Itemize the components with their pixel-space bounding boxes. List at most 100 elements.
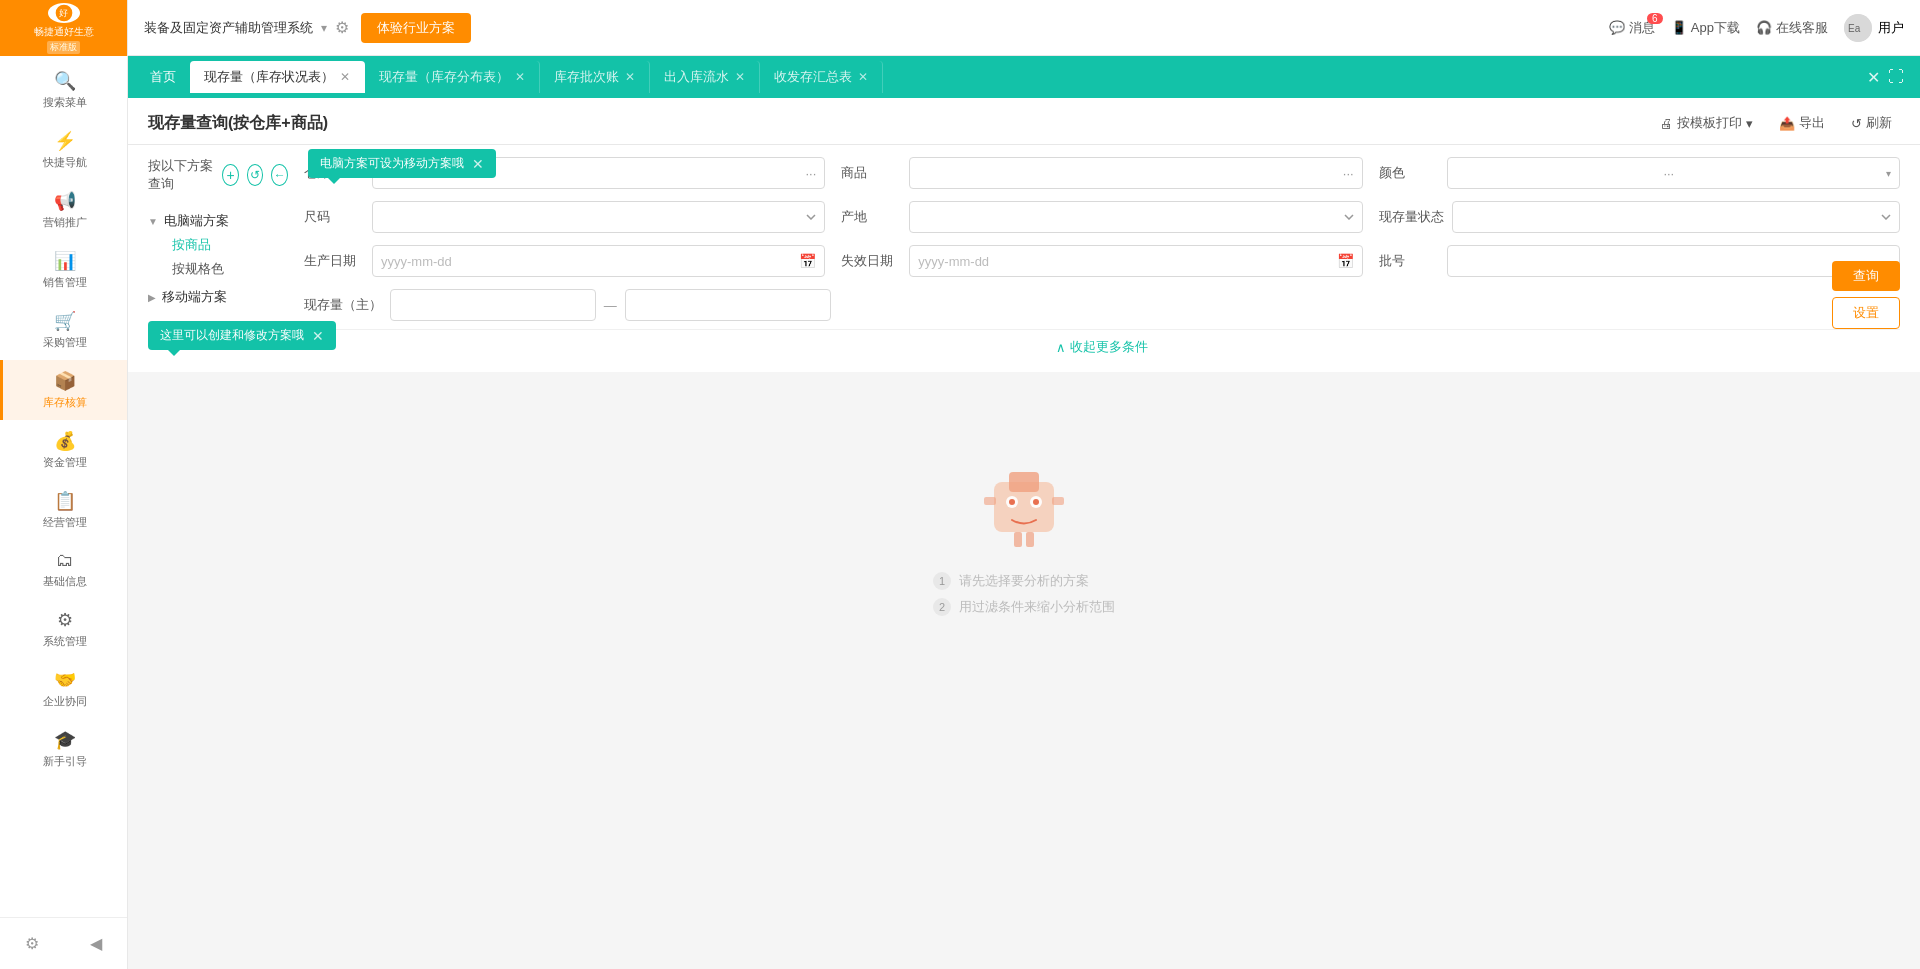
tab-inventory-dist-label: 现存量（库存分布表） <box>379 68 509 86</box>
tab-inventory-dist-close[interactable]: ✕ <box>515 71 525 83</box>
color-label: 颜色 <box>1379 164 1439 182</box>
filter-add-btn[interactable]: + <box>222 164 239 186</box>
logo-badge: 标准版 <box>47 41 80 54</box>
filter-field-size: 尺码 <box>304 201 825 233</box>
search-btn[interactable]: 查询 <box>1832 261 1900 291</box>
filter-field-stock-status: 现存量状态 <box>1379 201 1900 233</box>
tab-batch-close[interactable]: ✕ <box>625 71 635 83</box>
tab-inventory-status-label: 现存量（库存状况表） <box>204 68 334 86</box>
tooltip1-close[interactable]: ✕ <box>472 156 484 172</box>
produce-date-label: 生产日期 <box>304 252 364 270</box>
collapse-label: 收起更多条件 <box>1070 338 1148 356</box>
svg-rect-11 <box>1026 532 1034 547</box>
sidebar-item-enterprise[interactable]: 🤝 企业协同 <box>0 659 127 719</box>
user-info[interactable]: Ea 用户 <box>1844 14 1904 42</box>
online-service-btn[interactable]: 🎧 在线客服 <box>1756 19 1828 37</box>
sidebar-settings-btn[interactable]: ⚙ <box>17 930 47 957</box>
size-select[interactable] <box>372 201 825 233</box>
produce-date-input[interactable]: yyyy-mm-dd 📅 <box>372 245 825 277</box>
origin-select[interactable] <box>909 201 1362 233</box>
close-all-tabs-btn[interactable]: ✕ <box>1867 68 1880 87</box>
expand-btn[interactable]: ⛶ <box>1888 68 1904 86</box>
quicknav-icon: ⚡ <box>54 130 76 152</box>
sidebar-item-operation[interactable]: 📋 经营管理 <box>0 480 127 540</box>
tab-flow-label: 出入库流水 <box>664 68 729 86</box>
scheme-child-sku[interactable]: 按规格色 <box>148 257 288 281</box>
message-icon: 💬 <box>1609 20 1625 35</box>
empty-state: 1 请先选择要分析的方案 2 用过滤条件来缩小分析范围 <box>128 372 1920 696</box>
scheme-pc-header[interactable]: ▼ 电脑端方案 <box>148 209 288 233</box>
sidebar-item-label-baseinfo: 基础信息 <box>43 574 87 589</box>
inventory-icon: 📦 <box>54 370 76 392</box>
sidebar-item-inventory[interactable]: 📦 库存核算 <box>0 360 127 420</box>
tab-summary[interactable]: 收发存汇总表 ✕ <box>760 61 883 93</box>
sidebar-item-sales[interactable]: 📊 销售管理 <box>0 240 127 300</box>
tab-home[interactable]: 首页 <box>136 61 190 93</box>
sidebar-item-baseinfo[interactable]: 🗂 基础信息 <box>0 540 127 599</box>
main-area: 装备及固定资产辅助管理系统 ▾ ⚙ 体验行业方案 💬 消息 6 📱 App下载 … <box>128 0 1920 969</box>
warehouse-dots-icon: ··· <box>805 166 816 181</box>
scheme-pc-label: 电脑端方案 <box>164 212 229 230</box>
message-btn[interactable]: 💬 消息 6 <box>1609 19 1655 37</box>
sidebar-item-label-purchase: 采购管理 <box>43 335 87 350</box>
tab-inventory-status-close[interactable]: ✕ <box>340 71 350 83</box>
sidebar-item-system[interactable]: ⚙ 系统管理 <box>0 599 127 659</box>
sidebar-item-label-quicknav: 快捷导航 <box>43 155 87 170</box>
system-dropdown-arrow[interactable]: ▾ <box>321 21 327 35</box>
stock-qty-to[interactable] <box>625 289 831 321</box>
filter-row-2: 尺码 产地 <box>304 201 1900 233</box>
color-input[interactable]: ··· ▾ <box>1447 157 1900 189</box>
sidebar-item-finance[interactable]: 💰 资金管理 <box>0 420 127 480</box>
scheme-mobile-header[interactable]: ▶ 移动端方案 <box>148 285 288 309</box>
chevron-up-icon: ∧ <box>1056 340 1066 355</box>
tip-text-1: 请先选择要分析的方案 <box>959 572 1089 590</box>
page-title-row: 现存量查询(按仓库+商品) 🖨 按模板打印 ▾ 📤 导出 ↺ 刷新 <box>148 110 1900 144</box>
sidebar-item-quicknav[interactable]: ⚡ 快捷导航 <box>0 120 127 180</box>
tab-summary-close[interactable]: ✕ <box>858 71 868 83</box>
filter-field-goods: 商品 ··· <box>841 157 1362 189</box>
tab-inventory-dist[interactable]: 现存量（库存分布表） ✕ <box>365 61 540 93</box>
svg-rect-13 <box>1052 497 1064 505</box>
tab-flow[interactable]: 出入库流水 ✕ <box>650 61 760 93</box>
goods-input[interactable]: ··· <box>909 157 1362 189</box>
svg-rect-10 <box>1014 532 1022 547</box>
tab-inventory-status[interactable]: 现存量（库存状况表） ✕ <box>190 61 365 93</box>
sidebar: 好 畅捷通好生意 标准版 🔍 搜索菜单 ⚡ 快捷导航 📢 营销推广 📊 销售管理… <box>0 0 128 969</box>
tab-batch[interactable]: 库存批次账 ✕ <box>540 61 650 93</box>
scheme-group-pc: ▼ 电脑端方案 按商品 按规格色 <box>148 209 288 281</box>
tooltip-container-1: 电脑方案可设为移动方案哦 ✕ <box>308 149 496 178</box>
size-label: 尺码 <box>304 208 364 226</box>
sidebar-item-label-enterprise: 企业协同 <box>43 694 87 709</box>
filter-reload-btn[interactable]: ↺ <box>247 164 264 186</box>
reset-btn[interactable]: 设置 <box>1832 297 1900 329</box>
stock-status-select[interactable] <box>1452 201 1900 233</box>
expire-date-input[interactable]: yyyy-mm-dd 📅 <box>909 245 1362 277</box>
sidebar-item-purchase[interactable]: 🛒 采购管理 <box>0 300 127 360</box>
scheme-group-mobile: ▶ 移动端方案 <box>148 285 288 309</box>
empty-tip-1: 1 请先选择要分析的方案 <box>933 572 1115 590</box>
tab-bar-right: ✕ ⛶ <box>1867 68 1912 87</box>
sidebar-collapse-btn[interactable]: ◀ <box>82 930 110 957</box>
export-btn[interactable]: 📤 导出 <box>1771 110 1833 136</box>
refresh-btn[interactable]: ↺ 刷新 <box>1843 110 1900 136</box>
header-gear-btn[interactable]: ⚙ <box>335 18 349 37</box>
industry-btn[interactable]: 体验行业方案 <box>361 13 471 43</box>
sidebar-item-marketing[interactable]: 📢 营销推广 <box>0 180 127 240</box>
tooltip2-close[interactable]: ✕ <box>312 328 324 344</box>
sidebar-item-search[interactable]: 🔍 搜索菜单 <box>0 60 127 120</box>
tab-summary-label: 收发存汇总表 <box>774 68 852 86</box>
stock-status-label: 现存量状态 <box>1379 208 1444 226</box>
filter-back-btn[interactable]: ← <box>271 164 288 186</box>
print-btn[interactable]: 🖨 按模板打印 ▾ <box>1652 110 1761 136</box>
header-right: 💬 消息 6 📱 App下载 🎧 在线客服 Ea 用户 <box>1609 14 1904 42</box>
app-download-btn[interactable]: 📱 App下载 <box>1671 19 1740 37</box>
message-badge: 6 <box>1647 13 1663 24</box>
sidebar-item-guide[interactable]: 🎓 新手引导 <box>0 719 127 779</box>
guide-icon: 🎓 <box>54 729 76 751</box>
expire-date-label: 失效日期 <box>841 252 901 270</box>
collapse-btn[interactable]: ∧ 收起更多条件 <box>304 329 1900 360</box>
stock-qty-from[interactable] <box>390 289 596 321</box>
stock-qty-range: — <box>390 289 831 321</box>
scheme-child-goods[interactable]: 按商品 <box>148 233 288 257</box>
tab-flow-close[interactable]: ✕ <box>735 71 745 83</box>
